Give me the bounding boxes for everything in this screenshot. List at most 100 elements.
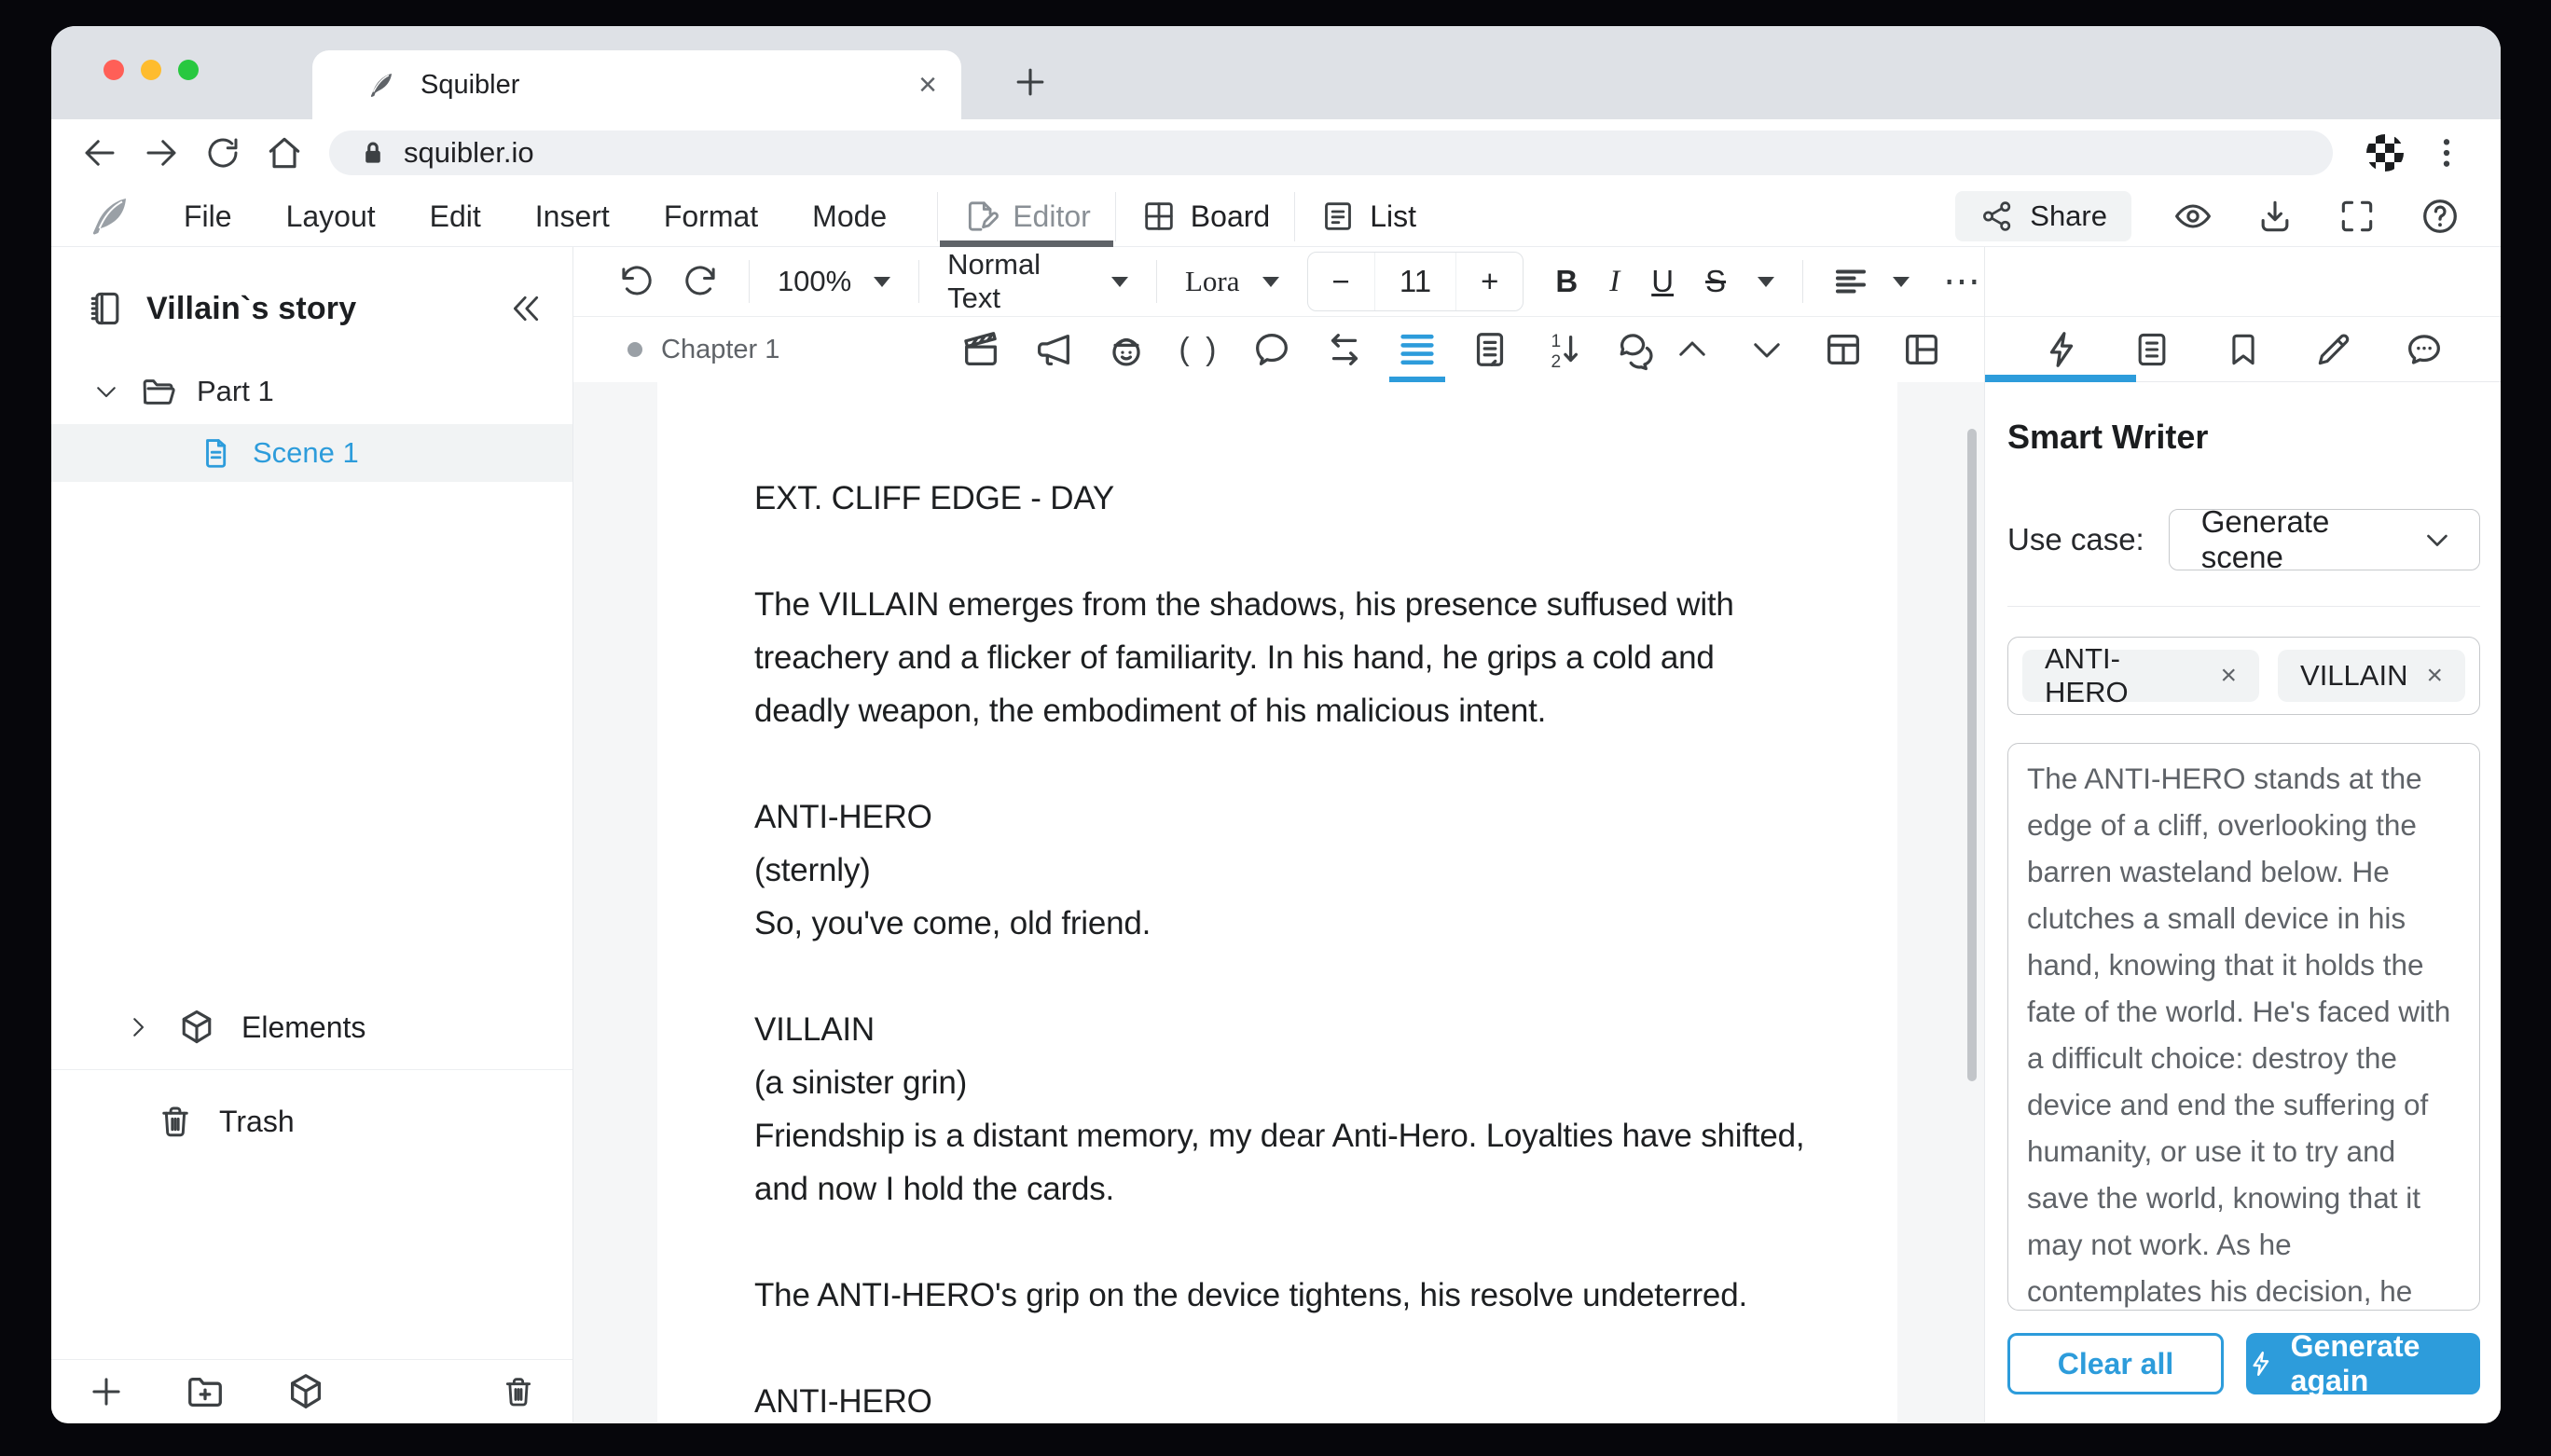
close-window-button[interactable]	[103, 60, 124, 80]
sidebar: Villain`s story Part 1	[51, 247, 573, 1422]
chevron-down-icon[interactable]	[1747, 330, 1786, 369]
text-format-group: B I U S	[1555, 264, 1774, 299]
chevron-right-icon[interactable]	[124, 1013, 152, 1041]
tab-board[interactable]: Board	[1116, 186, 1294, 247]
scene-heading-paragraph[interactable]: EXT. CLIFF EDGE - DAY	[754, 472, 1813, 525]
more-options-icon[interactable]: ⋯	[1943, 260, 1984, 303]
dialogue-block[interactable]: ANTI-HERO	[754, 1375, 1813, 1422]
panel-tab-notes[interactable]	[2128, 325, 2176, 374]
tab-close-icon[interactable]: ×	[918, 69, 937, 101]
menu-file[interactable]: File	[184, 199, 232, 234]
zoom-select[interactable]: 100%	[778, 265, 890, 298]
reload-button[interactable]	[197, 127, 249, 179]
share-button[interactable]: Share	[1955, 191, 2131, 241]
forward-button[interactable]	[135, 127, 187, 179]
parenthetical-icon[interactable]: ( )	[1175, 325, 1223, 374]
sidebar-item-trash[interactable]: Trash	[51, 1070, 572, 1173]
character-tags-input[interactable]: ANTI-HERO × VILLAIN ×	[2007, 637, 2480, 715]
bookmark-icon	[2223, 329, 2264, 370]
screenplay-text[interactable]: EXT. CLIFF EDGE - DAY The VILLAIN emerge…	[657, 382, 1897, 1422]
paragraph-style-select[interactable]: Normal Text	[947, 248, 1128, 315]
font-size-value[interactable]: 11	[1374, 253, 1456, 310]
action-paragraph[interactable]: The ANTI-HERO's grip on the device tight…	[754, 1269, 1813, 1322]
editor-canvas: EXT. CLIFF EDGE - DAY The VILLAIN emerge…	[573, 382, 1984, 1422]
chevron-down-icon[interactable]	[1758, 277, 1774, 287]
preview-eye-icon[interactable]	[2172, 196, 2213, 237]
dialogue-block[interactable]: VILLAIN (a sinister grin) Friendship is …	[754, 1003, 1813, 1216]
profile-avatar[interactable]	[2359, 127, 2411, 179]
bold-button[interactable]: B	[1555, 264, 1578, 299]
dual-dialogue-icon[interactable]	[1611, 325, 1660, 374]
minimize-window-button[interactable]	[141, 60, 161, 80]
remove-tag-icon[interactable]: ×	[2220, 662, 2237, 690]
collapse-sidebar-icon[interactable]	[507, 290, 545, 327]
sidebar-item-elements[interactable]: Elements	[51, 985, 572, 1069]
split-view-columns-icon[interactable]	[1822, 328, 1865, 371]
add-item-icon[interactable]	[87, 1372, 126, 1411]
trash-icon[interactable]	[500, 1373, 537, 1410]
browser-navbar: squibler.io	[51, 119, 2501, 186]
generated-text-box[interactable]: The ANTI-HERO stands at the edge of a cl…	[2007, 743, 2480, 1311]
chevron-down-icon[interactable]	[92, 378, 120, 405]
font-size-stepper: − 11 +	[1307, 252, 1524, 311]
transition-arrows-icon[interactable]	[1320, 325, 1369, 374]
menu-insert[interactable]: Insert	[535, 199, 610, 234]
help-icon[interactable]	[2419, 195, 2461, 238]
general-text-icon[interactable]	[1393, 325, 1441, 374]
back-button[interactable]	[74, 127, 126, 179]
font-size-decrease[interactable]: −	[1308, 253, 1374, 310]
redo-button[interactable]	[682, 262, 721, 301]
zoom-window-button[interactable]	[178, 60, 199, 80]
menu-layout[interactable]: Layout	[286, 199, 376, 234]
italic-button[interactable]: I	[1609, 265, 1620, 299]
tab-list[interactable]: List	[1295, 186, 1441, 247]
remove-tag-icon[interactable]: ×	[2426, 662, 2443, 690]
clear-all-button[interactable]: Clear all	[2007, 1333, 2224, 1394]
chapter-bar: Chapter 1	[573, 317, 1984, 382]
document-tree: Part 1 Scene 1	[51, 329, 572, 985]
scene-heading-clapperboard-icon[interactable]	[957, 325, 1005, 374]
font-select[interactable]: Lora	[1185, 265, 1279, 298]
tree-item-part1[interactable]: Part 1	[51, 372, 572, 411]
chevron-up-icon[interactable]	[1673, 330, 1712, 369]
tab-editor[interactable]: Editor	[938, 186, 1115, 247]
panel-tab-edit[interactable]	[2310, 325, 2358, 374]
tree-item-scene1[interactable]: Scene 1	[51, 424, 572, 482]
notes-page-icon[interactable]	[1466, 325, 1514, 374]
editor-scrollbar[interactable]	[1967, 429, 1977, 1081]
align-button[interactable]	[1831, 262, 1910, 301]
fullscreen-icon[interactable]	[2337, 196, 2378, 237]
download-icon[interactable]	[2255, 196, 2296, 237]
strikethrough-button[interactable]: S	[1705, 264, 1726, 299]
add-element-cube-icon[interactable]	[284, 1370, 327, 1413]
action-megaphone-icon[interactable]	[1029, 325, 1078, 374]
panel-tab-comments[interactable]	[2400, 325, 2448, 374]
tree-item-label: Scene 1	[253, 436, 359, 470]
menu-mode[interactable]: Mode	[812, 199, 887, 234]
dialogue-block[interactable]: ANTI-HERO (sternly) So, you've come, old…	[754, 790, 1813, 950]
new-tab-button[interactable]	[1002, 54, 1058, 110]
sort-order-icon[interactable]: 1 2	[1538, 325, 1587, 374]
font-size-increase[interactable]: +	[1456, 253, 1523, 310]
split-view-rows-icon[interactable]	[1900, 328, 1943, 371]
home-button[interactable]	[258, 127, 310, 179]
sidebar-item-label: Trash	[219, 1105, 295, 1139]
smart-writer-panel: Smart Writer Use case: Generate scene AN…	[1984, 247, 2501, 1422]
panel-tab-bookmarks[interactable]	[2219, 325, 2268, 374]
generate-again-button[interactable]: Generate again	[2246, 1333, 2480, 1394]
browser-tab[interactable]: Squibler ×	[312, 50, 961, 119]
menu-format[interactable]: Format	[664, 199, 758, 234]
panel-tab-smart-writer[interactable]	[2037, 325, 2086, 374]
use-case-select[interactable]: Generate scene	[2169, 509, 2480, 570]
add-folder-icon[interactable]	[184, 1370, 227, 1413]
editor-column: 100% Normal Text Lora − 11 + B I	[573, 247, 1984, 1422]
address-bar[interactable]: squibler.io	[329, 130, 2333, 175]
action-paragraph[interactable]: The VILLAIN emerges from the shadows, hi…	[754, 578, 1813, 737]
browser-menu-icon[interactable]	[2420, 127, 2473, 179]
undo-button[interactable]	[616, 262, 655, 301]
dialogue-bubble-icon[interactable]	[1248, 325, 1296, 374]
menu-edit[interactable]: Edit	[430, 199, 481, 234]
character-icon[interactable]	[1102, 325, 1151, 374]
underline-button[interactable]: U	[1651, 264, 1674, 299]
script-page[interactable]: EXT. CLIFF EDGE - DAY The VILLAIN emerge…	[657, 382, 1897, 1422]
